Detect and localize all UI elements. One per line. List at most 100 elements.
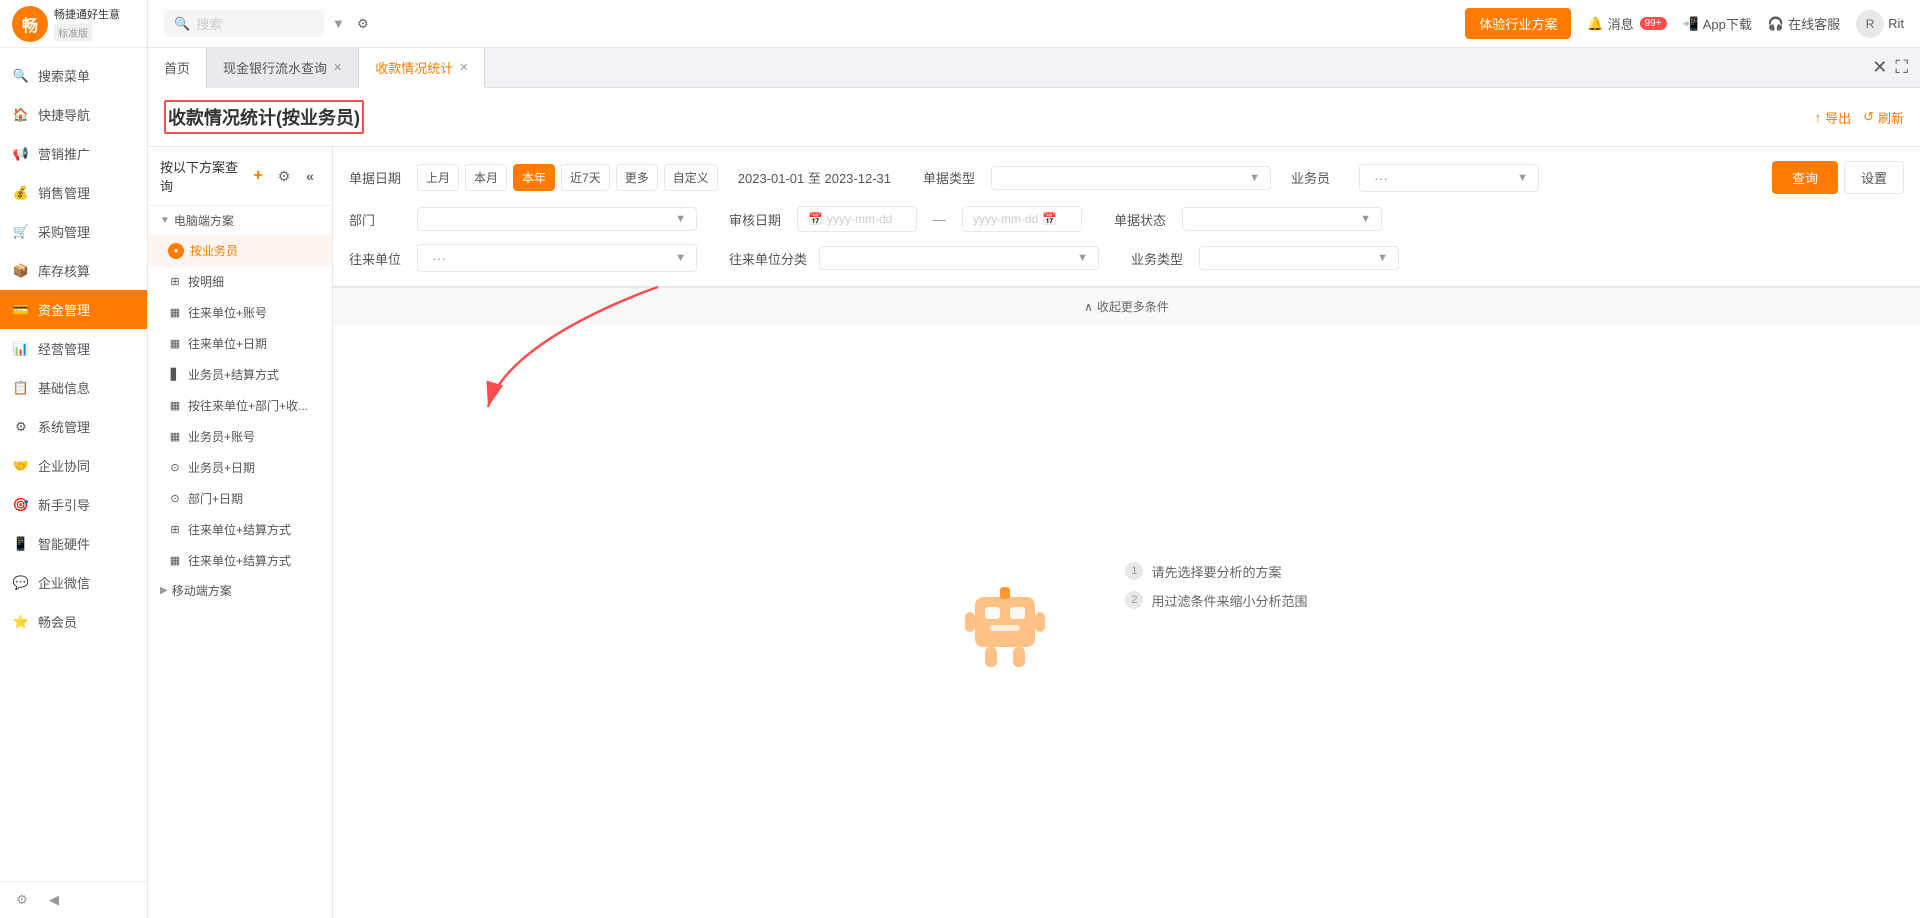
chat-icon: 💬 [12,574,30,592]
tip-2-label: 用过滤条件来缩小分析范围 [1151,591,1307,610]
sidebar-item-purchase[interactable]: 🛒 采购管理 [0,212,147,251]
scheme-group-mobile-title[interactable]: ▶ 移动端方案 [148,576,332,605]
review-date-from[interactable]: 📅 yyyy-mm-dd [797,206,917,232]
scheme-item-salesman-account[interactable]: ▦ 业务员+账号 [148,421,332,452]
scheme-item-dept-date[interactable]: ⊙ 部门+日期 [148,483,332,514]
scheme-item-partner-account[interactable]: ▦ 往来单位+账号 [148,297,332,328]
tab-bank-close[interactable]: ✕ [333,61,342,74]
collapse-footer-icon[interactable]: ◀ [44,890,64,910]
trial-button[interactable]: 体验行业方案 [1465,8,1571,39]
scheme-item-dept-date-label: 部门+日期 [188,490,243,507]
empty-tips: 1 请先选择要分析的方案 2 用过滤条件来缩小分析范围 [1125,562,1307,610]
sidebar-item-operation[interactable]: 📊 经营管理 [0,329,147,368]
export-label: 导出 [1825,108,1851,127]
review-date-to[interactable]: yyyy-mm-dd 📅 [962,206,1082,232]
sidebar-item-enterprise[interactable]: 🤝 企业协同 [0,446,147,485]
review-to-placeholder: yyyy-mm-dd [973,212,1038,226]
sidebar-item-system[interactable]: ⚙ 系统管理 [0,407,147,446]
empty-content: 1 请先选择要分析的方案 2 用过滤条件来缩小分析范围 [945,562,1307,682]
date-range-display: 2023-01-01 至 2023-12-31 [738,168,891,187]
date-btn-last-month[interactable]: 上月 [417,164,459,191]
collapse-section[interactable]: ∧ 收起更多条件 [333,287,1920,325]
sidebar-item-enterprise-label: 企业协同 [38,456,90,475]
active-indicator: ● [168,243,184,259]
search-placeholder: 搜索 [196,14,222,33]
message-badge: 99+ [1640,17,1667,30]
scheme-group-pc-title[interactable]: ▼ 电脑端方案 [148,206,332,235]
sidebar-item-inventory[interactable]: 📦 库存核算 [0,251,147,290]
date-btn-7days[interactable]: 近7天 [561,164,610,191]
salesman-dots[interactable]: ··· [1374,170,1388,186]
sidebar-item-finance[interactable]: 💳 资金管理 [0,290,147,329]
scheme-item-partner-date[interactable]: ▦ 往来单位+日期 [148,328,332,359]
partner-select[interactable]: ··· ▼ [417,244,697,272]
settings-header-icon[interactable]: ⚙ [353,14,373,34]
sidebar-item-finance-label: 资金管理 [38,300,90,319]
sidebar-item-marketing[interactable]: 📢 营销推广 [0,134,147,173]
sidebar-item-hardware[interactable]: 📱 智能硬件 [0,524,147,563]
empty-tip-1: 1 请先选择要分析的方案 [1125,562,1307,581]
messages-action[interactable]: 🔔 消息 99+ [1587,14,1666,33]
refresh-action[interactable]: ↺ 刷新 [1863,108,1904,127]
sidebar-item-member[interactable]: ⭐ 畅会员 [0,602,147,641]
online-service-action[interactable]: 🎧 在线客服 [1768,14,1840,33]
headset-icon: 🎧 [1768,16,1784,32]
scheme-item-partner-settle1[interactable]: ⊞ 往来单位+结算方式 [148,514,332,545]
clock-icon-2: ⊙ [168,492,182,506]
scheme-settings-button[interactable]: ⚙ [274,166,294,186]
sidebar-item-sales[interactable]: 💰 销售管理 [0,173,147,212]
app-download-action[interactable]: 📲 App下载 [1683,14,1752,33]
logo-tag: 标准版 [54,24,92,41]
sidebar-item-hardware-label: 智能硬件 [38,534,90,553]
scheme-item-salesman[interactable]: ● 按业务员 [148,235,332,266]
sidebar-item-purchase-label: 采购管理 [38,222,90,241]
settings-button[interactable]: 设置 [1844,161,1904,194]
business-type-select[interactable]: ▼ [1199,246,1399,270]
sidebar-item-basic-label: 基础信息 [38,378,90,397]
tab-collection[interactable]: 收款情况统计 ✕ [359,48,485,88]
dept-select[interactable]: ▼ [417,207,697,231]
close-window-icon[interactable]: ✕ [1872,57,1887,78]
scheme-collapse-button[interactable]: « [300,166,320,186]
page-content: 收款情况统计(按业务员) ↑ 导出 ↺ 刷新 按以下方 [148,88,1920,918]
sidebar-item-basic[interactable]: 📋 基础信息 [0,368,147,407]
query-button[interactable]: 查询 [1772,161,1838,194]
dropdown-icon[interactable]: ▼ [332,16,345,31]
scheme-item-detail[interactable]: ⊞ 按明细 [148,266,332,297]
sidebar-item-quicknav-label: 快捷导航 [38,105,90,124]
maximize-icon[interactable]: ⛶ [1895,57,1908,78]
scheme-item-partner-dept[interactable]: ▦ 按往来单位+部门+收... [148,390,332,421]
scheme-item-salesman-settle[interactable]: ▋ 业务员+结算方式 [148,359,332,390]
star-icon: ⭐ [12,613,30,631]
tab-bank[interactable]: 现金银行流水查询 ✕ [207,48,359,88]
sidebar-item-wechat[interactable]: 💬 企业微信 [0,563,147,602]
voucher-type-select[interactable]: ▼ [991,166,1271,190]
header-search[interactable]: 🔍 搜索 [164,10,324,37]
date-btn-this-month[interactable]: 本月 [465,164,507,191]
tab-home[interactable]: 首页 [148,48,207,88]
tab-collection-close[interactable]: ✕ [459,61,468,74]
sidebar-item-wechat-label: 企业微信 [38,573,90,592]
scheme-item-salesman-settle-label: 业务员+结算方式 [188,366,279,383]
sidebar-item-search[interactable]: 🔍 搜索菜单 [0,56,147,95]
scheme-item-salesman-account-label: 业务员+账号 [188,428,255,445]
scheme-item-salesman-date[interactable]: ⊙ 业务员+日期 [148,452,332,483]
export-action[interactable]: ↑ 导出 [1815,108,1852,127]
scheme-item-partner-settle2[interactable]: ▦ 往来单位+结算方式 [148,545,332,576]
partner-dots[interactable]: ··· [432,250,446,266]
salesman-select[interactable]: ··· ▼ [1359,164,1539,192]
sidebar-item-quicknav[interactable]: 🏠 快捷导航 [0,95,147,134]
box-icon: 📦 [12,262,30,280]
date-btn-this-year[interactable]: 本年 [513,164,555,191]
chevron-down-icon-biz: ▼ [1377,252,1388,264]
date-btn-custom[interactable]: 自定义 [664,164,718,191]
add-scheme-button[interactable]: + [248,166,268,186]
calendar-icon-1: 📅 [808,212,823,226]
sidebar-item-guide[interactable]: 🎯 新手引导 [0,485,147,524]
voucher-status-select[interactable]: ▼ [1182,207,1382,231]
user-area[interactable]: R Rit [1856,10,1904,38]
partner-category-select[interactable]: ▼ [819,246,1099,270]
settings-footer-icon[interactable]: ⚙ [12,890,32,910]
sidebar: 畅 畅捷通好生意 标准版 🔍 搜索菜单 🏠 快捷导航 📢 营销推广 💰 销售管理 [0,0,148,918]
date-btn-more[interactable]: 更多 [616,164,658,191]
